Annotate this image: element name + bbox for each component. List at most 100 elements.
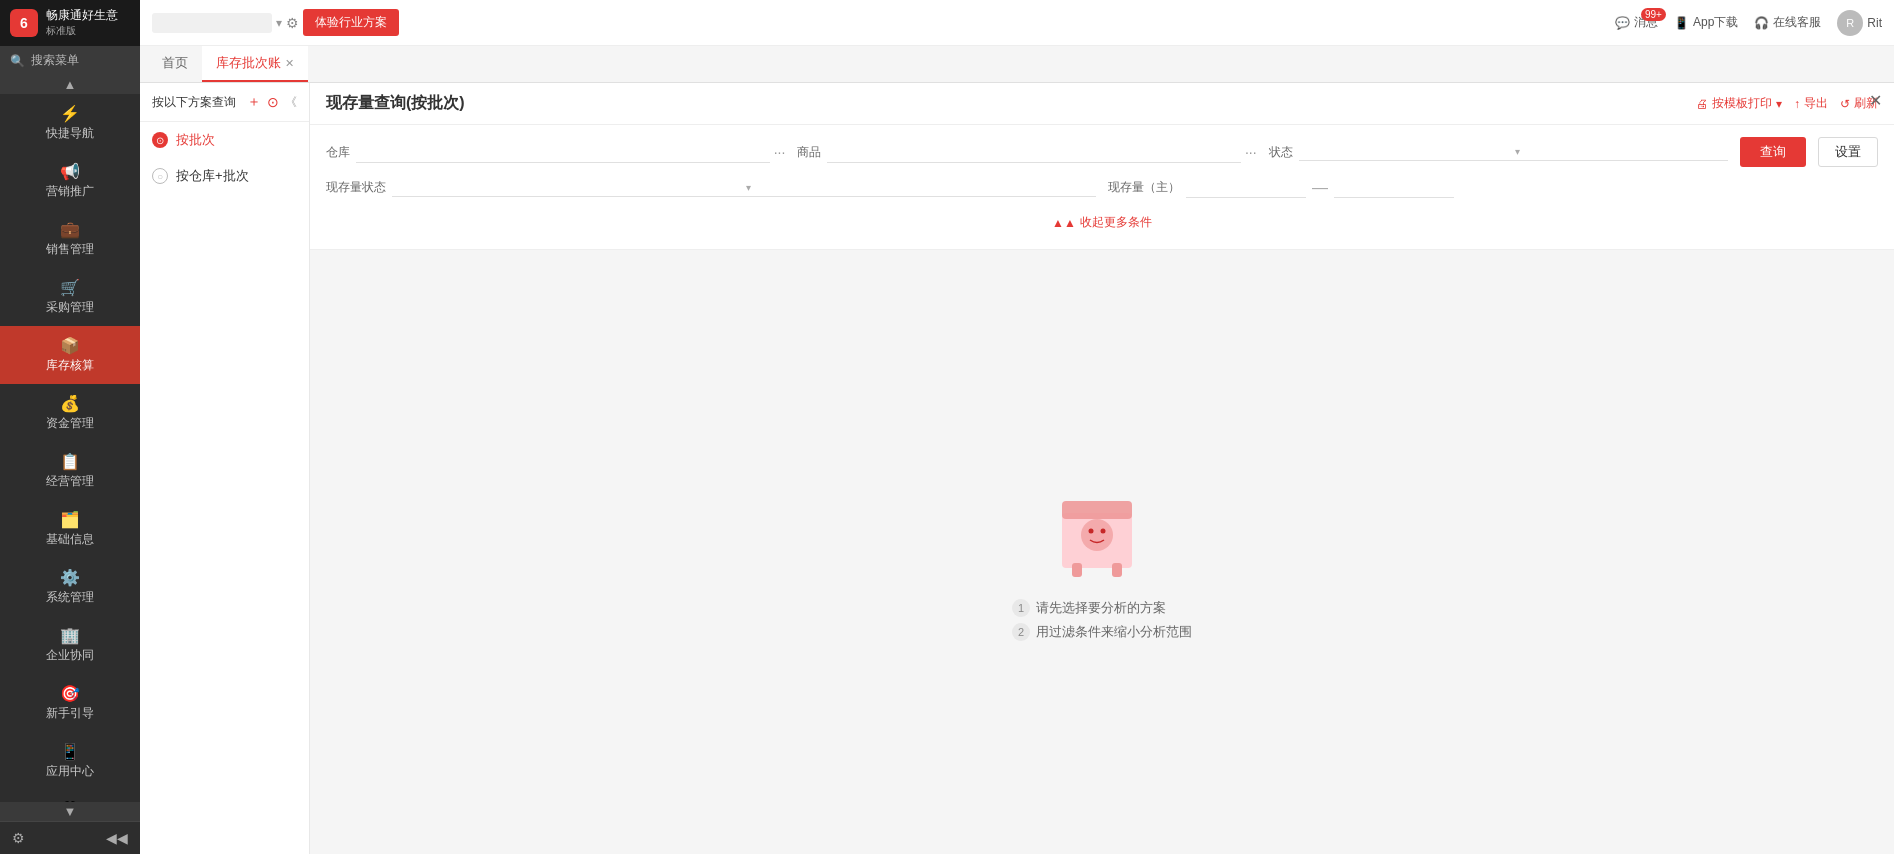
goods-dots[interactable]: ··· — [1245, 144, 1257, 160]
settings-footer-icon[interactable]: ⚙ — [12, 830, 25, 846]
warehouse-field: 仓库 ··· — [326, 142, 785, 163]
collapse-sidebar-btn[interactable]: ◀◀ — [106, 830, 128, 846]
inventory-qty-to[interactable] — [1334, 177, 1454, 198]
sidebar-item-label: 库存核算 — [46, 357, 94, 374]
sidebar-item-wechat[interactable]: 💬 企业微信 — [0, 790, 140, 802]
sidebar-item-label: 快捷导航 — [46, 125, 94, 142]
topbar-chevron-icon[interactable]: ▾ — [276, 16, 282, 30]
sidebar-search[interactable]: 🔍 搜索菜单 — [0, 46, 140, 75]
inventory-status-label: 现存量状态 — [326, 179, 386, 196]
scroll-down-btn[interactable]: ▼ — [0, 802, 140, 821]
svg-rect-1 — [1062, 501, 1132, 519]
goods-field: 商品 ··· — [797, 142, 1256, 163]
filter-row-2: 现存量状态 ▾ 现存量（主） — — [326, 177, 1878, 198]
inventory-qty-field: 现存量（主） — — [1108, 177, 1878, 198]
sidebar-item-enterprise[interactable]: 🏢 企业协同 — [0, 616, 140, 674]
sidebar-item-basic[interactable]: 🗂️ 基础信息 — [0, 500, 140, 558]
marketing-icon: 📢 — [60, 162, 80, 181]
sidebar-item-inventory[interactable]: 📦 库存核算 — [0, 326, 140, 384]
inventory-status-chevron: ▾ — [746, 182, 1092, 193]
newbie-icon: 🎯 — [60, 684, 80, 703]
user-name: Rit — [1867, 16, 1882, 30]
app-title-block: 畅康通好生意 标准版 — [46, 8, 118, 38]
purchase-icon: 🛒 — [60, 278, 80, 297]
tab-close-icon[interactable]: ✕ — [285, 57, 294, 70]
topbar-search-input[interactable] — [152, 13, 272, 33]
query-btn[interactable]: 查询 — [1740, 137, 1806, 167]
inventory-status-select[interactable]: ▾ — [392, 179, 1096, 197]
message-icon: 💬 — [1615, 16, 1630, 30]
warehouse-input[interactable] — [356, 142, 770, 163]
export-icon: ↑ — [1794, 97, 1800, 111]
messages-badge: 99+ — [1641, 8, 1666, 21]
empty-svg — [1042, 463, 1162, 583]
wechat-icon: 💬 — [60, 800, 80, 802]
sidebar-item-label: 采购管理 — [46, 299, 94, 316]
collapse-more-filters-btn[interactable]: ▲▲ 收起更多条件 — [326, 208, 1878, 237]
scheme-item-by-warehouse-batch[interactable]: ○ 按仓库+批次 — [140, 158, 309, 194]
topbar-gear-icon[interactable]: ⚙ — [286, 15, 299, 31]
goods-input[interactable] — [827, 142, 1241, 163]
refresh-icon: ↺ — [1840, 97, 1850, 111]
filter-settings-btn[interactable]: 设置 — [1818, 137, 1878, 167]
app-download-btn[interactable]: 📱 App下载 — [1674, 14, 1738, 31]
add-scheme-icon[interactable]: ＋ — [247, 93, 261, 111]
collapse-left-panel-icon[interactable]: 《 — [285, 94, 297, 111]
collapse-label: 收起更多条件 — [1080, 214, 1152, 231]
scheme-item-by-batch[interactable]: ⊙ 按批次 — [140, 122, 309, 158]
main-content: ▾ ⚙ 体验行业方案 💬 消息 99+ 📱 App下载 🎧 在线客服 R — [140, 0, 1894, 854]
app-logo: 6 — [10, 9, 38, 37]
sidebar-item-marketing[interactable]: 📢 营销推广 — [0, 152, 140, 210]
sidebar-item-label: 系统管理 — [46, 589, 94, 606]
hint-text-2: 用过滤条件来缩小分析范围 — [1036, 623, 1192, 641]
sidebar-item-system[interactable]: ⚙️ 系统管理 — [0, 558, 140, 616]
print-chevron-icon: ▾ — [1776, 97, 1782, 111]
app-download-label: App下载 — [1693, 14, 1738, 31]
scheme-settings-icon[interactable]: ⊙ — [267, 94, 279, 110]
sidebar-item-label: 销售管理 — [46, 241, 94, 258]
export-btn[interactable]: ↑ 导出 — [1794, 95, 1828, 112]
trial-btn[interactable]: 体验行业方案 — [303, 9, 399, 36]
tab-home[interactable]: 首页 — [148, 46, 202, 82]
sidebar-item-apps[interactable]: 📱 应用中心 — [0, 732, 140, 790]
svg-point-3 — [1089, 529, 1094, 534]
sidebar-item-sales[interactable]: 💼 销售管理 — [0, 210, 140, 268]
sidebar-item-label: 应用中心 — [46, 763, 94, 780]
empty-illustration — [1042, 463, 1162, 583]
empty-state: 1 请先选择要分析的方案 2 用过滤条件来缩小分析范围 — [310, 250, 1894, 854]
sidebar-item-finance[interactable]: 💰 资金管理 — [0, 384, 140, 442]
scroll-up-btn[interactable]: ▲ — [0, 75, 140, 94]
warehouse-dots[interactable]: ··· — [774, 144, 786, 160]
inventory-qty-from[interactable] — [1186, 177, 1306, 198]
sidebar-item-newbie[interactable]: 🎯 新手引导 — [0, 674, 140, 732]
tab-inventory-batch-label: 库存批次账 — [216, 54, 281, 72]
print-template-btn[interactable]: 🖨 按模板打印 ▾ — [1696, 95, 1782, 112]
hint-num-2: 2 — [1012, 623, 1030, 641]
hint-num-1: 1 — [1012, 599, 1030, 617]
svg-point-2 — [1081, 519, 1113, 551]
messages-btn[interactable]: 💬 消息 99+ — [1615, 14, 1658, 31]
system-icon: ⚙️ — [60, 568, 80, 587]
svg-rect-5 — [1072, 563, 1082, 577]
app-subtitle: 标准版 — [46, 24, 118, 38]
scheme-label-by-batch: 按批次 — [176, 131, 215, 149]
online-service-btn[interactable]: 🎧 在线客服 — [1754, 14, 1821, 31]
sidebar-item-quick-nav[interactable]: ⚡ 快捷导航 — [0, 94, 140, 152]
online-service-label: 在线客服 — [1773, 14, 1821, 31]
export-label: 导出 — [1804, 95, 1828, 112]
app-title: 畅康通好生意 — [46, 8, 118, 24]
user-avatar-btn[interactable]: R Rit — [1837, 10, 1882, 36]
inventory-icon: 📦 — [60, 336, 80, 355]
sidebar-item-operation[interactable]: 📋 经营管理 — [0, 442, 140, 500]
user-initial: R — [1846, 17, 1854, 29]
page-title-actions: 🖨 按模板打印 ▾ ↑ 导出 ↺ 刷新 — [1696, 95, 1878, 112]
close-page-btn[interactable]: ✕ — [1857, 83, 1894, 118]
status-select[interactable]: ▾ — [1299, 143, 1728, 161]
sidebar-item-purchase[interactable]: 🛒 采购管理 — [0, 268, 140, 326]
tab-inventory-batch[interactable]: 库存批次账 ✕ — [202, 46, 308, 82]
sidebar-footer: ⚙ ◀◀ — [0, 821, 140, 854]
scheme-dot-inactive: ○ — [152, 168, 168, 184]
empty-hint-1: 1 请先选择要分析的方案 — [1012, 599, 1166, 617]
svg-rect-6 — [1112, 563, 1122, 577]
sidebar: 6 畅康通好生意 标准版 🔍 搜索菜单 ▲ ⚡ 快捷导航 📢 营销推广 💼 销售… — [0, 0, 140, 854]
